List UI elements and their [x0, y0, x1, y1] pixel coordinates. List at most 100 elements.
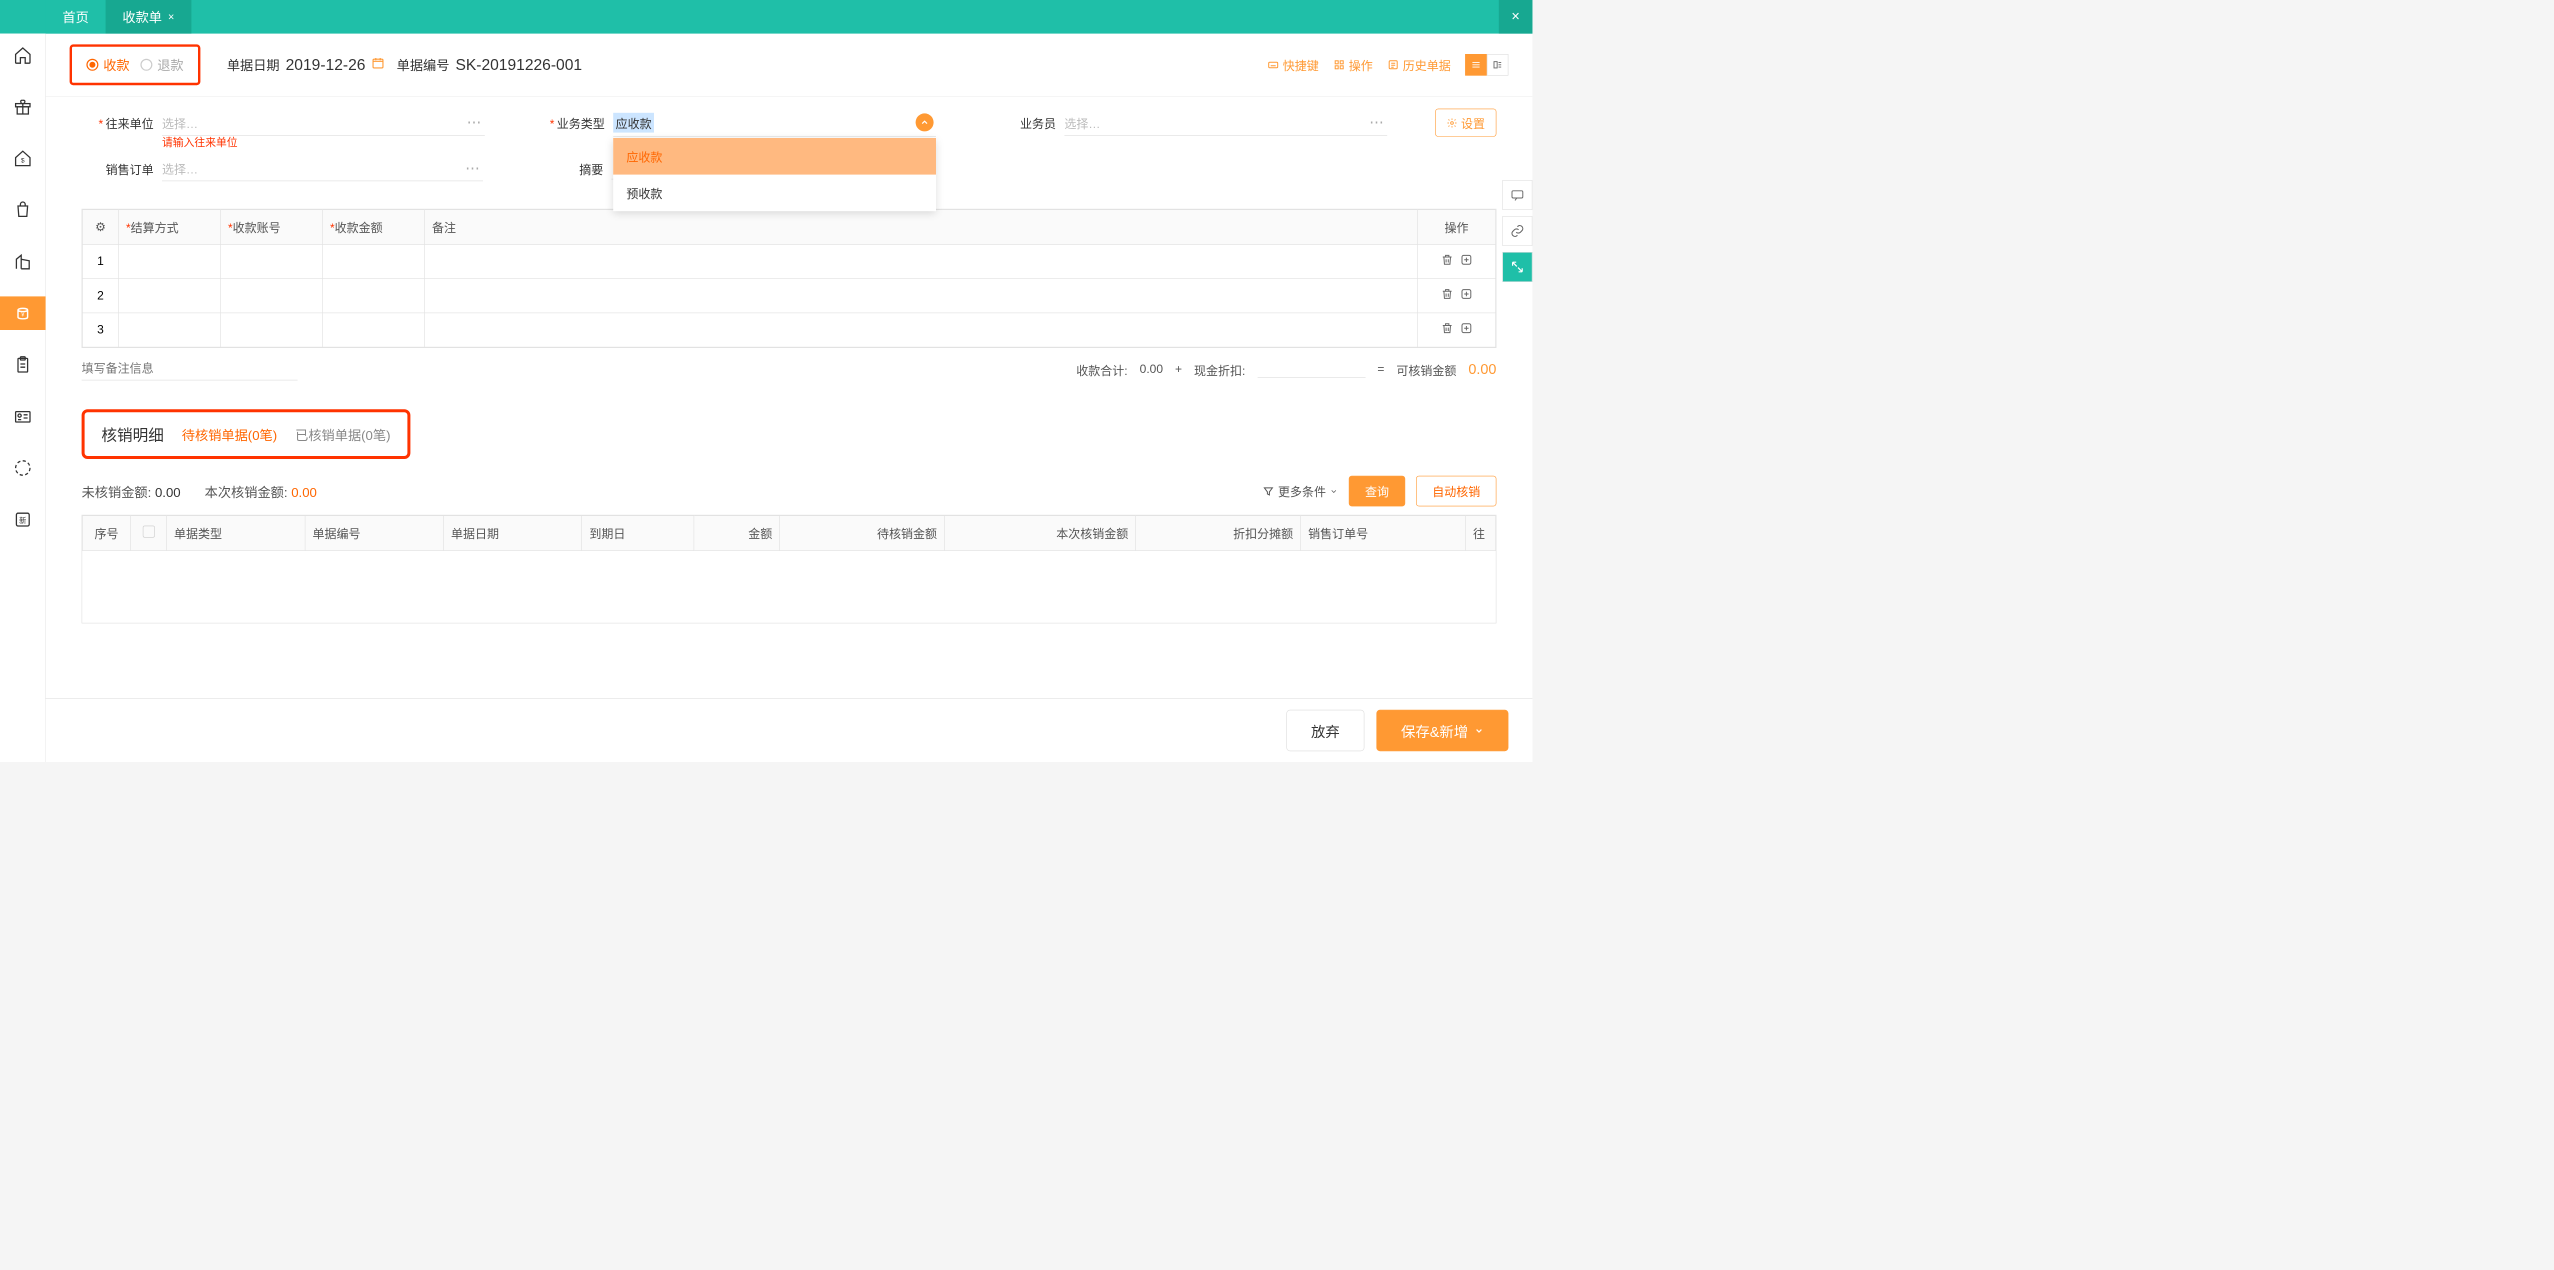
operate-link[interactable]: 操作: [1333, 56, 1373, 73]
auto-writeoff-button[interactable]: 自动核销: [1416, 476, 1496, 507]
sidebar-building-icon[interactable]: [0, 245, 45, 279]
biztype-field: *业务类型 应收款 应收款 预收款: [533, 109, 936, 137]
rail-link-icon[interactable]: [1502, 216, 1532, 246]
save-new-button[interactable]: 保存&新增: [1376, 710, 1508, 751]
table-row[interactable]: 1: [83, 245, 1496, 279]
remark-input[interactable]: [82, 359, 298, 381]
writeoff-title: 核销明细: [101, 423, 163, 445]
doc-no-label: 单据编号: [397, 55, 450, 74]
calendar-icon[interactable]: [371, 56, 384, 73]
tabs: 首页 收款单 ×: [46, 0, 192, 34]
bottom-bar: 放弃 保存&新增: [46, 698, 1533, 762]
form-body: *往来单位 选择… ⋯ 请输入往来单位 *业务类型 应收款 应收款 预收款: [46, 97, 1533, 198]
unwriteoff-amount: 未核销金额: 0.00: [82, 482, 181, 501]
svg-text:$: $: [21, 157, 25, 164]
form-header: 收款 退款 单据日期 2019-12-26 单据编号 SK-20191226-0…: [46, 34, 1533, 97]
view-toggle: [1465, 54, 1508, 76]
shortcut-link[interactable]: 快捷键: [1267, 56, 1319, 73]
tab-receipt[interactable]: 收款单 ×: [106, 0, 192, 34]
window-close-icon[interactable]: ×: [1499, 0, 1533, 34]
main-content: 收款 退款 单据日期 2019-12-26 单据编号 SK-20191226-0…: [46, 34, 1533, 762]
more-filter-link[interactable]: 更多条件: [1262, 482, 1338, 499]
hx-col-duedate: 到期日: [582, 516, 694, 551]
delete-icon[interactable]: [1440, 253, 1453, 270]
biztype-select[interactable]: 应收款 应收款 预收款: [613, 109, 936, 137]
doc-no-field: 单据编号 SK-20191226-001: [397, 55, 582, 74]
more-icon[interactable]: ⋯: [465, 160, 479, 177]
radio-unchecked-icon: [140, 59, 152, 71]
discard-button[interactable]: 放弃: [1286, 710, 1364, 751]
payment-grid: ⚙ *结算方式 *收款账号 *收款金额 备注 操作 1 2: [82, 209, 1497, 348]
rail-expand-icon[interactable]: [1502, 252, 1532, 282]
view-grid-icon[interactable]: [1487, 54, 1509, 76]
add-icon[interactable]: [1460, 287, 1473, 304]
radio-receive[interactable]: 收款: [86, 55, 129, 74]
add-icon[interactable]: [1460, 253, 1473, 270]
partner-error: 请输入往来单位: [162, 134, 238, 150]
sidebar-new-icon[interactable]: 新: [0, 503, 45, 537]
hx-col-thiswrite: 本次核销金额: [945, 516, 1136, 551]
dropdown-option-prepaid[interactable]: 预收款: [613, 174, 936, 211]
radio-refund[interactable]: 退款: [140, 55, 183, 74]
salesperson-field: 业务员 选择… ⋯: [984, 109, 1387, 137]
col-actions: 操作: [1418, 210, 1496, 245]
delete-icon[interactable]: [1440, 287, 1453, 304]
sidebar-finance-home-icon[interactable]: $: [0, 142, 45, 176]
hx-col-docno: 单据编号: [305, 516, 443, 551]
col-gear[interactable]: ⚙: [83, 210, 119, 245]
sidebar-gift-icon[interactable]: [0, 90, 45, 124]
gear-icon: ⚙: [95, 221, 106, 234]
radio-checked-icon: [86, 59, 98, 71]
hx-col-pending: 待核销金额: [780, 516, 945, 551]
sidebar-clipboard-icon[interactable]: [0, 348, 45, 382]
history-link[interactable]: 历史单据: [1387, 56, 1451, 73]
more-icon[interactable]: ⋯: [1369, 114, 1383, 131]
tab-done-writeoff[interactable]: 已核销单据(0笔): [295, 425, 390, 444]
sidebar-circle-icon[interactable]: [0, 451, 45, 485]
header-actions: 快捷键 操作 历史单据: [1267, 54, 1508, 76]
discount-input[interactable]: [1257, 361, 1365, 378]
table-row[interactable]: 3: [83, 313, 1496, 347]
hx-col-seq: 序号: [83, 516, 131, 551]
doc-date-label: 单据日期: [227, 55, 280, 74]
col-account: *收款账号: [221, 210, 323, 245]
col-settle: *结算方式: [119, 210, 221, 245]
table-row[interactable]: 2: [83, 279, 1496, 313]
doc-no-value: SK-20191226-001: [455, 56, 582, 75]
right-rail: [1502, 180, 1532, 282]
view-list-icon[interactable]: [1465, 54, 1487, 76]
biztype-dropdown: 应收款 预收款: [613, 138, 936, 211]
tab-home[interactable]: 首页: [46, 0, 106, 34]
svg-text:¥: ¥: [21, 312, 25, 318]
tab-close-icon[interactable]: ×: [168, 11, 174, 24]
salesperson-input[interactable]: 选择… ⋯: [1064, 110, 1387, 135]
sidebar-shopping-icon[interactable]: [0, 193, 45, 227]
dropdown-option-receivable[interactable]: 应收款: [613, 138, 936, 175]
rail-comment-icon[interactable]: [1502, 180, 1532, 210]
tab-pending-writeoff[interactable]: 待核销单据(0笔): [182, 425, 277, 444]
more-icon[interactable]: ⋯: [467, 114, 481, 131]
salesorder-field: 销售订单 选择… ⋯: [82, 156, 484, 181]
svg-text:新: 新: [19, 516, 26, 525]
writeoff-controls: 未核销金额: 0.00 本次核销金额: 0.00 更多条件 查询 自动核销: [82, 476, 1497, 507]
settings-button[interactable]: 设置: [1435, 109, 1496, 137]
hx-col-amount: 金额: [694, 516, 780, 551]
sidebar-money-icon[interactable]: ¥: [0, 296, 45, 330]
hx-col-check[interactable]: [131, 516, 167, 551]
add-icon[interactable]: [1460, 322, 1473, 339]
sidebar-card-icon[interactable]: [0, 400, 45, 434]
sidebar-home-icon[interactable]: [0, 38, 45, 72]
checkbox-icon: [143, 525, 155, 537]
search-button[interactable]: 查询: [1349, 476, 1405, 507]
this-writeoff-amount: 本次核销金额: 0.00: [205, 482, 317, 501]
writeoff-grid: 序号 单据类型 单据编号 单据日期 到期日 金额 待核销金额 本次核销金额 折扣…: [82, 515, 1497, 624]
salesorder-input[interactable]: 选择… ⋯: [162, 156, 483, 181]
delete-icon[interactable]: [1440, 322, 1453, 339]
writeoff-header: 核销明细 待核销单据(0笔) 已核销单据(0笔): [82, 409, 411, 459]
partner-input[interactable]: 选择… ⋯: [162, 110, 485, 135]
hx-col-docdate: 单据日期: [443, 516, 581, 551]
col-amount: *收款金额: [323, 210, 425, 245]
chevron-up-icon[interactable]: [916, 113, 934, 131]
doc-date-value[interactable]: 2019-12-26: [286, 56, 366, 75]
top-bar: 首页 收款单 × ×: [0, 0, 1532, 34]
